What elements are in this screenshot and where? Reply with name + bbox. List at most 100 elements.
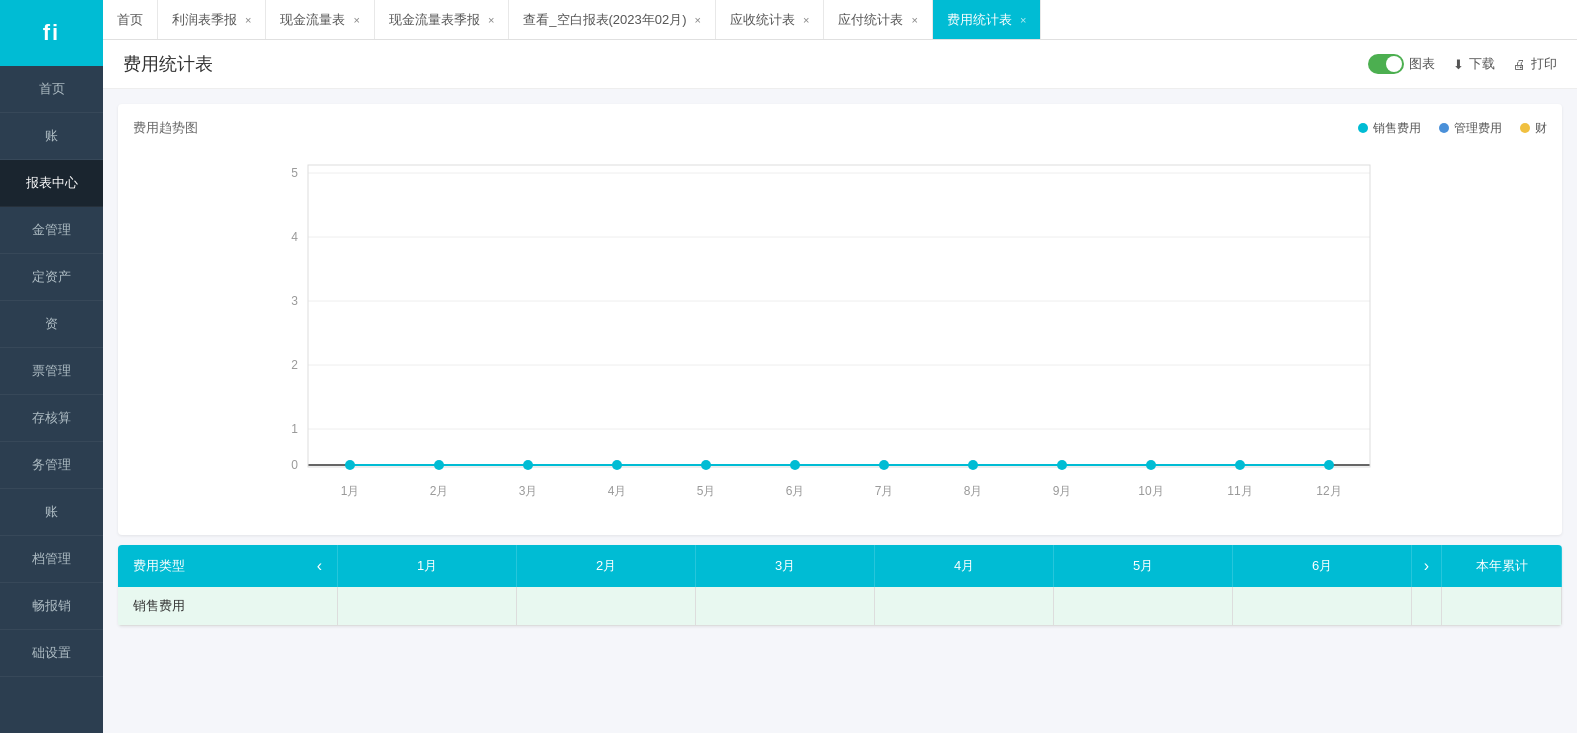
- svg-text:5月: 5月: [697, 484, 716, 498]
- td-sales-m4: [875, 587, 1054, 625]
- sidebar-item-investment[interactable]: 资: [0, 301, 103, 348]
- tab-close-expense[interactable]: ×: [1020, 14, 1026, 26]
- svg-text:4: 4: [291, 230, 298, 244]
- svg-point-26: [434, 460, 444, 470]
- svg-point-34: [1146, 460, 1156, 470]
- tab-cashflow[interactable]: 现金流量表 ×: [266, 0, 374, 40]
- th-month-3: 3月: [696, 545, 875, 587]
- svg-text:6月: 6月: [786, 484, 805, 498]
- th-month-1: 1月: [338, 545, 517, 587]
- page-header: 费用统计表 图表 ⬇ 下载 🖨 打印: [103, 40, 1577, 89]
- sidebar-item-fixed-assets[interactable]: 定资产: [0, 254, 103, 301]
- svg-text:7月: 7月: [875, 484, 894, 498]
- table-row-sales: 销售费用: [118, 587, 1562, 626]
- legend-label-sales: 销售费用: [1373, 120, 1421, 137]
- svg-point-35: [1235, 460, 1245, 470]
- sidebar-item-payables[interactable]: 账: [0, 489, 103, 536]
- sidebar: fi 首页 账 报表中心 金管理 定资产 资 票管理 存核算 务管理 账 档管理…: [0, 0, 103, 733]
- tab-receivable[interactable]: 应收统计表 ×: [716, 0, 824, 40]
- svg-point-32: [968, 460, 978, 470]
- page-actions: 图表 ⬇ 下载 🖨 打印: [1368, 54, 1557, 74]
- tab-close-receivable[interactable]: ×: [803, 14, 809, 26]
- svg-text:2: 2: [291, 358, 298, 372]
- chart-toggle-btn[interactable]: 图表: [1368, 54, 1435, 74]
- sidebar-item-report[interactable]: 报表中心: [0, 160, 103, 207]
- legend-label-admin: 管理费用: [1454, 120, 1502, 137]
- trend-chart: 5 4 3 2 1 0 1月 2月: [133, 147, 1547, 517]
- svg-text:8月: 8月: [964, 484, 983, 498]
- table-header-row: 费用类型 ‹ 1月 2月 3月 4月 5月 6月 › 本年累计: [118, 545, 1562, 587]
- th-ytd: 本年累计: [1442, 545, 1562, 587]
- sidebar-item-service[interactable]: 务管理: [0, 442, 103, 489]
- svg-text:3: 3: [291, 294, 298, 308]
- th-nav-next[interactable]: ›: [1412, 545, 1442, 587]
- tab-close-profit[interactable]: ×: [245, 14, 251, 26]
- tab-payable[interactable]: 应付统计表 ×: [824, 0, 932, 40]
- legend-dot-sales: [1358, 123, 1368, 133]
- sidebar-item-inventory[interactable]: 存核算: [0, 395, 103, 442]
- print-btn[interactable]: 🖨 打印: [1513, 55, 1557, 73]
- th-month-2: 2月: [517, 545, 696, 587]
- th-type: 费用类型 ‹: [118, 545, 338, 587]
- th-type-label: 费用类型: [133, 557, 185, 575]
- tab-close-payable[interactable]: ×: [911, 14, 917, 26]
- tab-close-blank-report[interactable]: ×: [695, 14, 701, 26]
- tab-close-cashflow-q[interactable]: ×: [488, 14, 494, 26]
- main-area: 首页 利润表季报 × 现金流量表 × 现金流量表季报 × 查看_空白报表(202…: [103, 0, 1577, 733]
- chart-container: 5 4 3 2 1 0 1月 2月: [133, 147, 1547, 520]
- legend-dot-finance: [1520, 123, 1530, 133]
- td-sales-m5: [1054, 587, 1233, 625]
- download-icon: ⬇: [1453, 57, 1464, 72]
- legend-label-finance: 财: [1535, 120, 1547, 137]
- svg-text:2月: 2月: [430, 484, 449, 498]
- svg-point-28: [612, 460, 622, 470]
- tab-home[interactable]: 首页: [103, 0, 158, 40]
- sidebar-item-home[interactable]: 首页: [0, 66, 103, 113]
- data-table-section: 费用类型 ‹ 1月 2月 3月 4月 5月 6月 › 本年累计 销售费用: [118, 545, 1562, 626]
- legend-dot-admin: [1439, 123, 1449, 133]
- td-sales-m3: [696, 587, 875, 625]
- print-icon: 🖨: [1513, 57, 1526, 72]
- svg-text:10月: 10月: [1138, 484, 1163, 498]
- legend-sales: 销售费用: [1358, 120, 1421, 137]
- chart-toggle-switch[interactable]: [1368, 54, 1404, 74]
- tab-profit[interactable]: 利润表季报 ×: [158, 0, 266, 40]
- svg-text:0: 0: [291, 458, 298, 472]
- chart-legend: 销售费用 管理费用 财: [1358, 120, 1547, 137]
- download-label: 下载: [1469, 55, 1495, 73]
- tab-blank-report[interactable]: 查看_空白报表(2023年02月) ×: [509, 0, 716, 40]
- tab-expense[interactable]: 费用统计表 ×: [933, 0, 1041, 40]
- td-type-sales: 销售费用: [118, 587, 338, 625]
- th-month-5: 5月: [1054, 545, 1233, 587]
- svg-point-30: [790, 460, 800, 470]
- sidebar-item-account[interactable]: 账: [0, 113, 103, 160]
- svg-point-27: [523, 460, 533, 470]
- svg-text:11月: 11月: [1227, 484, 1252, 498]
- tab-cashflow-q[interactable]: 现金流量表季报 ×: [375, 0, 509, 40]
- legend-admin: 管理费用: [1439, 120, 1502, 137]
- page-title: 费用统计表: [123, 52, 213, 76]
- td-sales-m1: [338, 587, 517, 625]
- svg-text:1月: 1月: [341, 484, 360, 498]
- sidebar-item-settings[interactable]: 础设置: [0, 630, 103, 677]
- th-nav-prev[interactable]: ‹: [317, 557, 322, 575]
- svg-text:5: 5: [291, 166, 298, 180]
- svg-point-31: [879, 460, 889, 470]
- chart-section: 费用趋势图 销售费用 管理费用 财: [118, 104, 1562, 535]
- tab-close-cashflow[interactable]: ×: [353, 14, 359, 26]
- chart-title: 费用趋势图: [133, 119, 198, 137]
- svg-point-25: [345, 460, 355, 470]
- tab-bar: 首页 利润表季报 × 现金流量表 × 现金流量表季报 × 查看_空白报表(202…: [103, 0, 1577, 40]
- print-label: 打印: [1531, 55, 1557, 73]
- sidebar-item-sales[interactable]: 畅报销: [0, 583, 103, 630]
- svg-point-33: [1057, 460, 1067, 470]
- svg-rect-12: [308, 165, 1370, 467]
- page-content: 费用统计表 图表 ⬇ 下载 🖨 打印 费用趋势图: [103, 40, 1577, 733]
- download-btn[interactable]: ⬇ 下载: [1453, 55, 1495, 73]
- td-sales-nav: [1412, 587, 1442, 625]
- sidebar-item-archive[interactable]: 档管理: [0, 536, 103, 583]
- sidebar-item-invoice[interactable]: 票管理: [0, 348, 103, 395]
- chart-header: 费用趋势图 销售费用 管理费用 财: [133, 119, 1547, 137]
- chart-toggle-label: 图表: [1409, 55, 1435, 73]
- sidebar-item-fund[interactable]: 金管理: [0, 207, 103, 254]
